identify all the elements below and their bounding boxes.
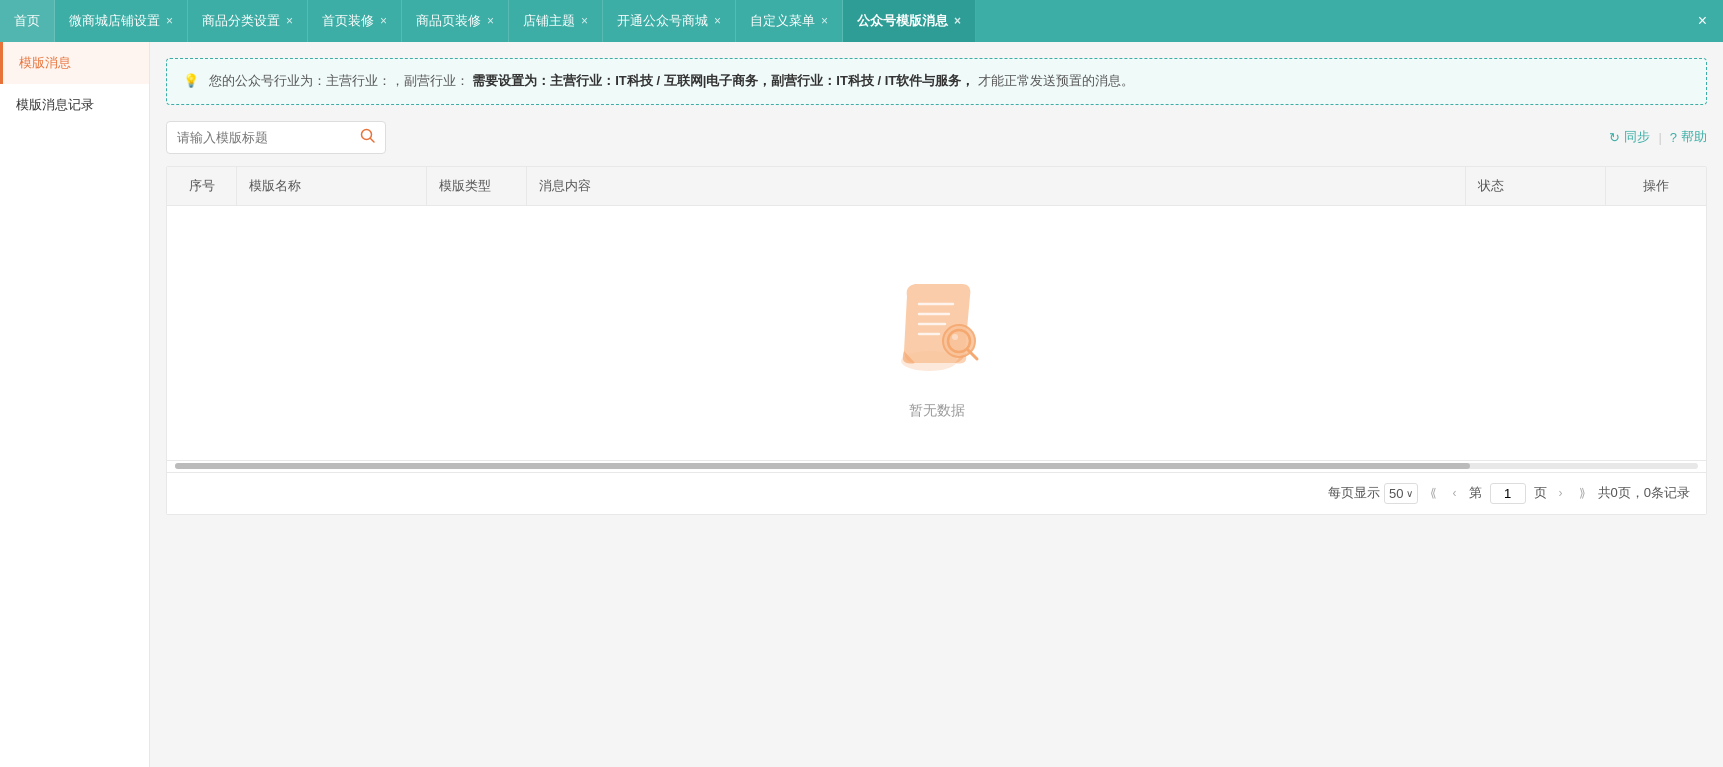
close-custom-menu-icon[interactable]: × <box>821 14 828 28</box>
search-bar: ↻ 同步 | ? 帮助 <box>166 121 1707 154</box>
help-button[interactable]: ? 帮助 <box>1670 128 1707 146</box>
top-navigation: 首页 微商城店铺设置 × 商品分类设置 × 首页装修 × 商品页装修 × 店铺主… <box>0 0 1723 42</box>
th-name: 模版名称 <box>237 167 427 205</box>
tab-home[interactable]: 首页 <box>0 0 55 42</box>
close-home-decor-icon[interactable]: × <box>380 14 387 28</box>
empty-state: 暂无数据 <box>167 206 1706 460</box>
search-input-wrap <box>166 121 386 154</box>
sidebar-item-template-msg-log[interactable]: 模版消息记录 <box>0 84 149 126</box>
pagination: 每页显示 50 ∨ ⟪ ‹ 第 页 › ⟫ 共0页，0条记录 <box>167 472 1706 514</box>
scrollbar-track[interactable] <box>175 463 1698 469</box>
close-category-setting-icon[interactable]: × <box>286 14 293 28</box>
page-number-input[interactable] <box>1490 483 1526 504</box>
th-action: 操作 <box>1606 167 1706 205</box>
close-open-mall-icon[interactable]: × <box>714 14 721 28</box>
close-product-decor-icon[interactable]: × <box>487 14 494 28</box>
close-template-msg-icon[interactable]: × <box>954 14 961 28</box>
page-summary: 共0页，0条记录 <box>1598 484 1690 502</box>
sidebar-item-template-msg[interactable]: 模版消息 <box>0 42 149 84</box>
scrollbar-thumb[interactable] <box>175 463 1470 469</box>
actions-divider: | <box>1658 130 1661 145</box>
page-size-select: 每页显示 50 ∨ <box>1328 483 1417 504</box>
th-type: 模版类型 <box>427 167 527 205</box>
notice-icon: 💡 <box>183 73 199 88</box>
tab-open-mall[interactable]: 开通公众号商城 × <box>603 0 736 42</box>
page-first-button[interactable]: ⟪ <box>1426 484 1441 502</box>
tab-template-msg[interactable]: 公众号模版消息 × <box>843 0 976 42</box>
tab-category-setting[interactable]: 商品分类设置 × <box>188 0 308 42</box>
data-table: 序号 模版名称 模版类型 消息内容 状态 操作 <box>166 166 1707 515</box>
sync-button[interactable]: ↻ 同步 <box>1609 128 1650 146</box>
tab-product-decor[interactable]: 商品页装修 × <box>402 0 509 42</box>
table-header: 序号 模版名称 模版类型 消息内容 状态 操作 <box>167 167 1706 206</box>
main-layout: 模版消息 模版消息记录 💡 您的公众号行业为：主营行业：，副营行业： 需要设置为… <box>0 42 1723 767</box>
horizontal-scrollbar[interactable] <box>167 460 1706 472</box>
th-status: 状态 <box>1466 167 1606 205</box>
close-shop-theme-icon[interactable]: × <box>581 14 588 28</box>
page-prev-button[interactable]: ‹ <box>1449 484 1461 502</box>
th-seq: 序号 <box>167 167 237 205</box>
sidebar: 模版消息 模版消息记录 <box>0 42 150 767</box>
close-shop-setting-icon[interactable]: × <box>166 14 173 28</box>
tab-shop-theme[interactable]: 店铺主题 × <box>509 0 603 42</box>
page-last-button[interactable]: ⟫ <box>1575 484 1590 502</box>
content-area: 💡 您的公众号行业为：主营行业：，副营行业： 需要设置为：主营行业：IT科技 /… <box>150 42 1723 767</box>
empty-state-icon <box>877 266 997 386</box>
page-size-dropdown[interactable]: 50 ∨ <box>1384 483 1417 504</box>
close-all-button[interactable]: × <box>1682 0 1723 42</box>
search-actions: ↻ 同步 | ? 帮助 <box>1609 128 1707 146</box>
svg-point-10 <box>952 334 958 340</box>
page-next-button[interactable]: › <box>1555 484 1567 502</box>
search-input[interactable] <box>167 124 352 151</box>
tab-home-decor[interactable]: 首页装修 × <box>308 0 402 42</box>
tab-custom-menu[interactable]: 自定义菜单 × <box>736 0 843 42</box>
search-button[interactable] <box>352 122 384 153</box>
sync-icon: ↻ <box>1609 130 1620 145</box>
svg-line-9 <box>968 350 977 359</box>
notice-box: 💡 您的公众号行业为：主营行业：，副营行业： 需要设置为：主营行业：IT科技 /… <box>166 58 1707 105</box>
svg-line-1 <box>371 138 375 142</box>
th-content: 消息内容 <box>527 167 1466 205</box>
chevron-down-icon: ∨ <box>1406 488 1413 499</box>
empty-text: 暂无数据 <box>909 402 965 420</box>
tab-shop-setting[interactable]: 微商城店铺设置 × <box>55 0 188 42</box>
help-icon: ? <box>1670 130 1677 145</box>
